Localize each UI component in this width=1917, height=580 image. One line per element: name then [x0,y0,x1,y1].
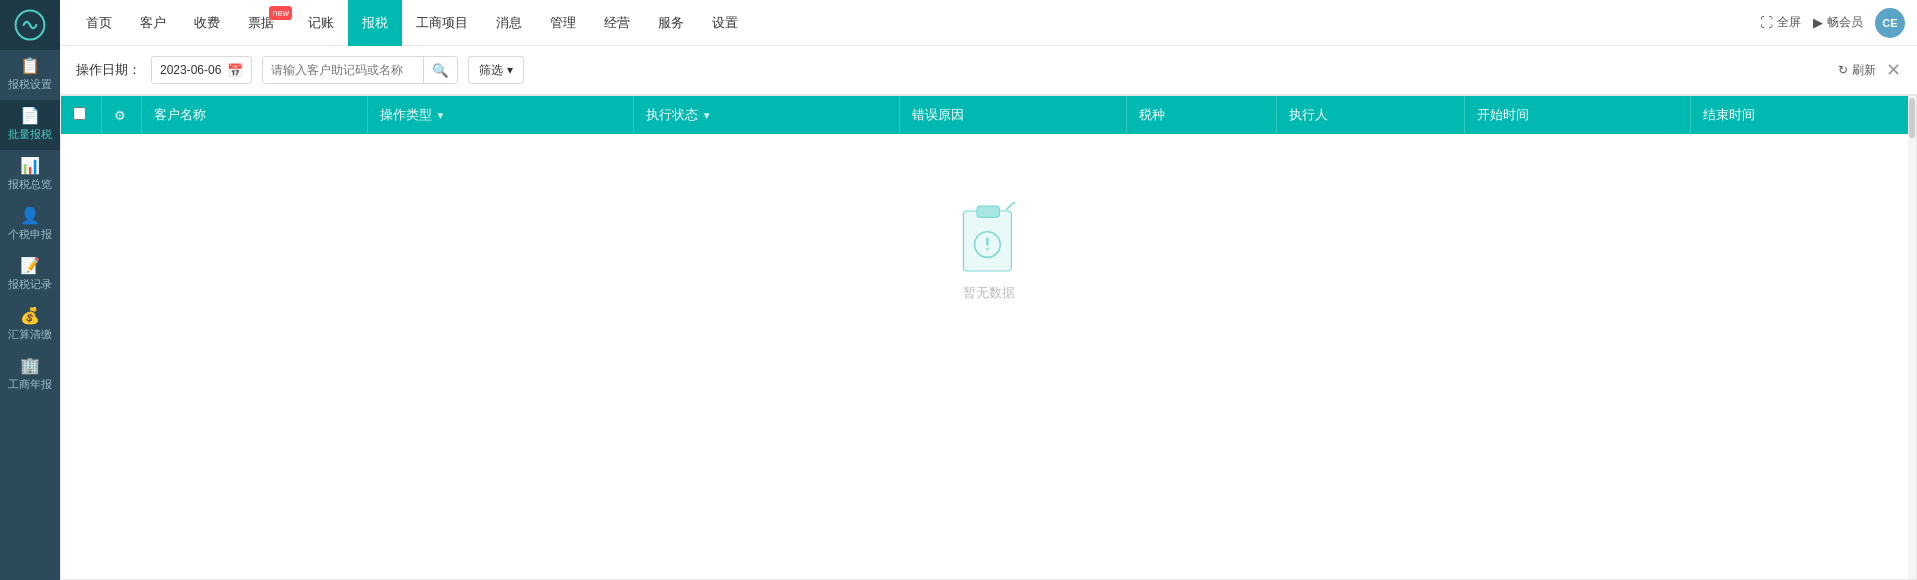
sidebar-item-label: 工商年报 [8,377,52,392]
th-executor: 执行人 [1276,96,1464,134]
sort-icon-operation: ▼ [436,110,446,121]
new-badge: new [269,6,292,20]
sidebar: 📋 报税设置 📄 批量报税 📊 报税总览 👤 个税申报 📝 报税记录 💰 汇算清… [0,0,60,580]
th-tax-type: 税种 [1126,96,1276,134]
vip-icon: ▶ [1813,15,1823,30]
sidebar-item-label: 个税申报 [8,227,52,242]
date-label: 操作日期： [76,61,141,79]
column-settings-icon: ⚙ [114,108,126,123]
th-end-time: 结束时间 [1691,96,1916,134]
sidebar-item-label: 报税记录 [8,277,52,292]
nav-item-jingying[interactable]: 经营 [590,0,644,46]
empty-state-cell: 暂无数据 [61,134,1916,362]
nav-item-fuwu[interactable]: 服务 [644,0,698,46]
vip-btn[interactable]: ▶ 畅会员 [1813,14,1863,31]
search-icon: 🔍 [432,63,449,78]
nav-item-shezhi[interactable]: 设置 [698,0,752,46]
svg-rect-4 [986,237,988,245]
nav-item-jizhang[interactable]: 记账 [294,0,348,46]
select-all-checkbox[interactable] [73,107,86,120]
empty-illustration [949,194,1029,284]
th-customer-name: 客户名称 [141,96,367,134]
close-button[interactable]: ✕ [1886,61,1901,79]
overview-icon: 📊 [20,158,40,174]
th-checkbox[interactable] [61,96,101,134]
sort-icon-status: ▼ [702,110,712,121]
page-content: 操作日期： 2023-06-06 📅 🔍 筛选 ▾ ↻ 刷新 ✕ [60,46,1917,580]
sidebar-item-label: 批量报税 [8,127,52,142]
record-icon: 📝 [20,258,40,274]
annual-report-icon: 🏢 [20,358,40,374]
app-logo [0,0,60,50]
data-table-wrapper: ⚙ 客户名称 操作类型 ▼ 执行状态 ▼ [60,95,1917,580]
sidebar-item-baoshui-shezhi[interactable]: 📋 报税设置 [0,50,60,100]
sidebar-item-huisuan-jiaona[interactable]: 💰 汇算清缴 [0,300,60,350]
sidebar-item-baoshui-zongjian[interactable]: 📊 报税总览 [0,150,60,200]
main-content: 首页 客户 收费 票据 new 记账 报税 工商项目 消息 [60,0,1917,580]
calendar-icon: 📅 [227,63,243,78]
nav-item-home[interactable]: 首页 [72,0,126,46]
topnav-right: ⛶ 全屏 ▶ 畅会员 CE [1760,8,1905,38]
sidebar-item-label: 汇算清缴 [8,327,52,342]
avatar[interactable]: CE [1875,8,1905,38]
empty-text: 暂无数据 [963,284,1015,302]
sidebar-item-gesui-shenbao[interactable]: 👤 个税申报 [0,200,60,250]
nav-item-piao[interactable]: 票据 new [234,0,294,46]
search-input[interactable] [263,57,423,83]
data-table: ⚙ 客户名称 操作类型 ▼ 执行状态 ▼ [61,96,1916,362]
th-settings[interactable]: ⚙ [101,96,141,134]
empty-row: 暂无数据 [61,134,1916,362]
svg-rect-2 [977,206,999,217]
toolbar-right: ↻ 刷新 ✕ [1838,61,1901,79]
fullscreen-btn[interactable]: ⛶ 全屏 [1760,14,1801,31]
search-button[interactable]: 🔍 [423,57,457,83]
table-body: 暂无数据 [61,134,1916,362]
nav-item-xiaoxi[interactable]: 消息 [482,0,536,46]
scrollbar-thumb[interactable] [1909,98,1915,138]
empty-state: 暂无数据 [61,134,1916,362]
settlement-icon: 💰 [20,308,40,324]
search-box: 🔍 [262,56,458,84]
sidebar-item-piliang-baoshui[interactable]: 📄 批量报税 [0,100,60,150]
sidebar-item-baoshui-jilu[interactable]: 📝 报税记录 [0,250,60,300]
th-start-time: 开始时间 [1465,96,1691,134]
date-picker[interactable]: 2023-06-06 📅 [151,56,252,84]
nav-item-shoufei[interactable]: 收费 [180,0,234,46]
sidebar-item-label: 报税设置 [8,77,52,92]
fullscreen-icon: ⛶ [1760,15,1773,30]
filter-button[interactable]: 筛选 ▾ [468,56,524,84]
sidebar-item-label: 报税总览 [8,177,52,192]
nav-item-customer[interactable]: 客户 [126,0,180,46]
date-value: 2023-06-06 [160,63,221,77]
th-exec-status[interactable]: 执行状态 ▼ [634,96,900,134]
nav-item-guanli[interactable]: 管理 [536,0,590,46]
th-operation-type[interactable]: 操作类型 ▼ [367,96,633,134]
filter-label: 筛选 [479,62,503,79]
top-navigation: 首页 客户 收费 票据 new 记账 报税 工商项目 消息 [60,0,1917,46]
th-error-reason: 错误原因 [900,96,1126,134]
personal-tax-icon: 👤 [20,208,40,224]
toolbar: 操作日期： 2023-06-06 📅 🔍 筛选 ▾ ↻ 刷新 ✕ [60,46,1917,95]
svg-rect-5 [986,248,988,250]
sidebar-item-gongshang-nianbao[interactable]: 🏢 工商年报 [0,350,60,400]
settings-icon: 📋 [20,58,40,74]
nav-item-gongshang[interactable]: 工商项目 [402,0,482,46]
svg-line-6 [1006,203,1012,209]
batch-tax-icon: 📄 [20,108,40,124]
refresh-icon: ↻ [1838,63,1848,77]
refresh-button[interactable]: ↻ 刷新 [1838,62,1876,79]
chevron-down-icon: ▾ [507,63,513,77]
nav-items: 首页 客户 收费 票据 new 记账 报税 工商项目 消息 [72,0,1760,46]
svg-marker-7 [1013,201,1016,204]
nav-item-baoshui[interactable]: 报税 [348,0,402,46]
scrollbar-right[interactable] [1908,96,1916,579]
table-header-row: ⚙ 客户名称 操作类型 ▼ 执行状态 ▼ [61,96,1916,134]
